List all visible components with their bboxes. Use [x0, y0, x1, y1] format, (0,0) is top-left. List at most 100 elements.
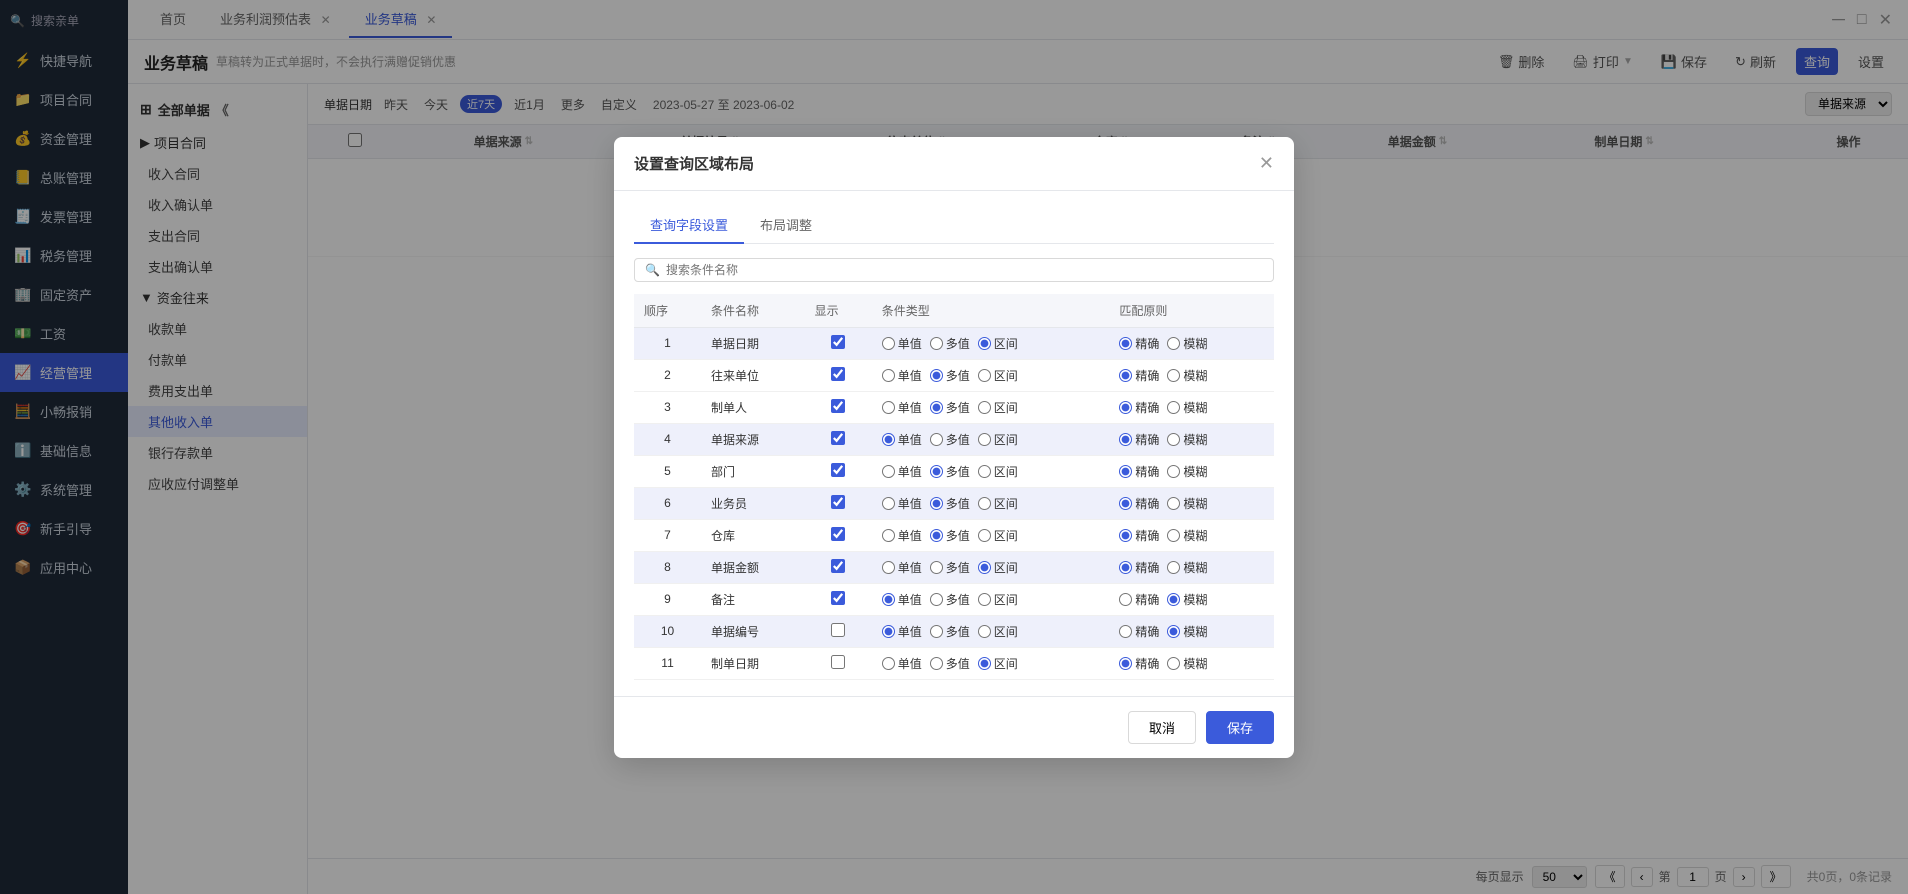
match-exact-radio[interactable] [1119, 497, 1132, 510]
show-checkbox[interactable] [831, 527, 845, 541]
condition-range-radio[interactable] [978, 433, 991, 446]
show-checkbox-cell[interactable] [805, 583, 872, 615]
condition-multiple-radio[interactable] [930, 529, 943, 542]
condition-multiple-radio[interactable] [930, 465, 943, 478]
show-checkbox[interactable] [831, 463, 845, 477]
condition-multiple-label[interactable]: 多值 [930, 399, 970, 416]
condition-single-label[interactable]: 单值 [882, 399, 922, 416]
match-exact-label[interactable]: 精确 [1119, 527, 1159, 544]
show-checkbox[interactable] [831, 591, 845, 605]
condition-range-label[interactable]: 区间 [978, 431, 1018, 448]
match-exact-label[interactable]: 精确 [1119, 623, 1159, 640]
match-exact-label[interactable]: 精确 [1119, 495, 1159, 512]
match-fuzzy-label[interactable]: 模糊 [1167, 463, 1207, 480]
condition-multiple-radio[interactable] [930, 657, 943, 670]
condition-multiple-radio[interactable] [930, 625, 943, 638]
condition-multiple-radio[interactable] [930, 593, 943, 606]
modal-tab-layout[interactable]: 布局调整 [744, 207, 828, 244]
condition-multiple-radio[interactable] [930, 561, 943, 574]
condition-range-radio[interactable] [978, 625, 991, 638]
show-checkbox-cell[interactable] [805, 455, 872, 487]
condition-multiple-radio[interactable] [930, 433, 943, 446]
show-checkbox[interactable] [831, 367, 845, 381]
cancel-button[interactable]: 取消 [1128, 711, 1196, 744]
condition-range-radio[interactable] [978, 561, 991, 574]
match-fuzzy-label[interactable]: 模糊 [1167, 495, 1207, 512]
condition-range-radio[interactable] [978, 465, 991, 478]
show-checkbox[interactable] [831, 399, 845, 413]
show-checkbox-cell[interactable] [805, 647, 872, 679]
match-exact-label[interactable]: 精确 [1119, 463, 1159, 480]
match-exact-label[interactable]: 精确 [1119, 367, 1159, 384]
condition-multiple-label[interactable]: 多值 [930, 623, 970, 640]
condition-single-label[interactable]: 单值 [882, 623, 922, 640]
condition-single-radio[interactable] [882, 529, 895, 542]
condition-range-radio[interactable] [978, 401, 991, 414]
condition-range-radio[interactable] [978, 657, 991, 670]
match-exact-radio[interactable] [1119, 657, 1132, 670]
match-exact-label[interactable]: 精确 [1119, 399, 1159, 416]
match-fuzzy-label[interactable]: 模糊 [1167, 559, 1207, 576]
match-exact-label[interactable]: 精确 [1119, 431, 1159, 448]
match-exact-radio[interactable] [1119, 433, 1132, 446]
show-checkbox-cell[interactable] [805, 519, 872, 551]
show-checkbox-cell[interactable] [805, 423, 872, 455]
match-exact-label[interactable]: 精确 [1119, 559, 1159, 576]
condition-single-radio[interactable] [882, 497, 895, 510]
condition-single-radio[interactable] [882, 369, 895, 382]
condition-single-radio[interactable] [882, 465, 895, 478]
match-fuzzy-label[interactable]: 模糊 [1167, 623, 1207, 640]
match-fuzzy-label[interactable]: 模糊 [1167, 367, 1207, 384]
show-checkbox-cell[interactable] [805, 615, 872, 647]
condition-single-radio[interactable] [882, 657, 895, 670]
match-fuzzy-radio[interactable] [1167, 369, 1180, 382]
condition-single-label[interactable]: 单值 [882, 591, 922, 608]
condition-single-radio[interactable] [882, 337, 895, 350]
show-checkbox-cell[interactable] [805, 391, 872, 423]
condition-range-label[interactable]: 区间 [978, 527, 1018, 544]
match-exact-label[interactable]: 精确 [1119, 335, 1159, 352]
match-exact-radio[interactable] [1119, 593, 1132, 606]
match-exact-radio[interactable] [1119, 561, 1132, 574]
show-checkbox-cell[interactable] [805, 359, 872, 391]
condition-range-label[interactable]: 区间 [978, 367, 1018, 384]
condition-single-label[interactable]: 单值 [882, 463, 922, 480]
condition-multiple-label[interactable]: 多值 [930, 367, 970, 384]
condition-range-label[interactable]: 区间 [978, 495, 1018, 512]
condition-single-label[interactable]: 单值 [882, 431, 922, 448]
condition-range-label[interactable]: 区间 [978, 591, 1018, 608]
show-checkbox[interactable] [831, 495, 845, 509]
show-checkbox-cell[interactable] [805, 551, 872, 583]
modal-close-button[interactable]: ✕ [1259, 153, 1274, 174]
condition-single-radio[interactable] [882, 625, 895, 638]
match-fuzzy-radio[interactable] [1167, 593, 1180, 606]
match-fuzzy-radio[interactable] [1167, 433, 1180, 446]
condition-multiple-label[interactable]: 多值 [930, 335, 970, 352]
match-fuzzy-radio[interactable] [1167, 529, 1180, 542]
condition-range-label[interactable]: 区间 [978, 655, 1018, 672]
condition-multiple-label[interactable]: 多值 [930, 559, 970, 576]
condition-range-radio[interactable] [978, 593, 991, 606]
condition-multiple-label[interactable]: 多值 [930, 431, 970, 448]
match-fuzzy-radio[interactable] [1167, 465, 1180, 478]
match-fuzzy-radio[interactable] [1167, 337, 1180, 350]
match-exact-label[interactable]: 精确 [1119, 591, 1159, 608]
condition-range-label[interactable]: 区间 [978, 399, 1018, 416]
condition-multiple-radio[interactable] [930, 401, 943, 414]
condition-single-label[interactable]: 单值 [882, 655, 922, 672]
match-fuzzy-radio[interactable] [1167, 497, 1180, 510]
modal-search-box[interactable]: 🔍 [634, 258, 1274, 282]
condition-single-label[interactable]: 单值 [882, 367, 922, 384]
condition-range-label[interactable]: 区间 [978, 335, 1018, 352]
match-exact-radio[interactable] [1119, 369, 1132, 382]
show-checkbox-cell[interactable] [805, 487, 872, 519]
condition-multiple-radio[interactable] [930, 369, 943, 382]
show-checkbox[interactable] [831, 655, 845, 669]
modal-save-button[interactable]: 保存 [1206, 711, 1274, 744]
condition-single-radio[interactable] [882, 433, 895, 446]
show-checkbox[interactable] [831, 335, 845, 349]
match-fuzzy-label[interactable]: 模糊 [1167, 527, 1207, 544]
match-fuzzy-label[interactable]: 模糊 [1167, 335, 1207, 352]
modal-search-input[interactable] [666, 263, 866, 277]
show-checkbox[interactable] [831, 623, 845, 637]
